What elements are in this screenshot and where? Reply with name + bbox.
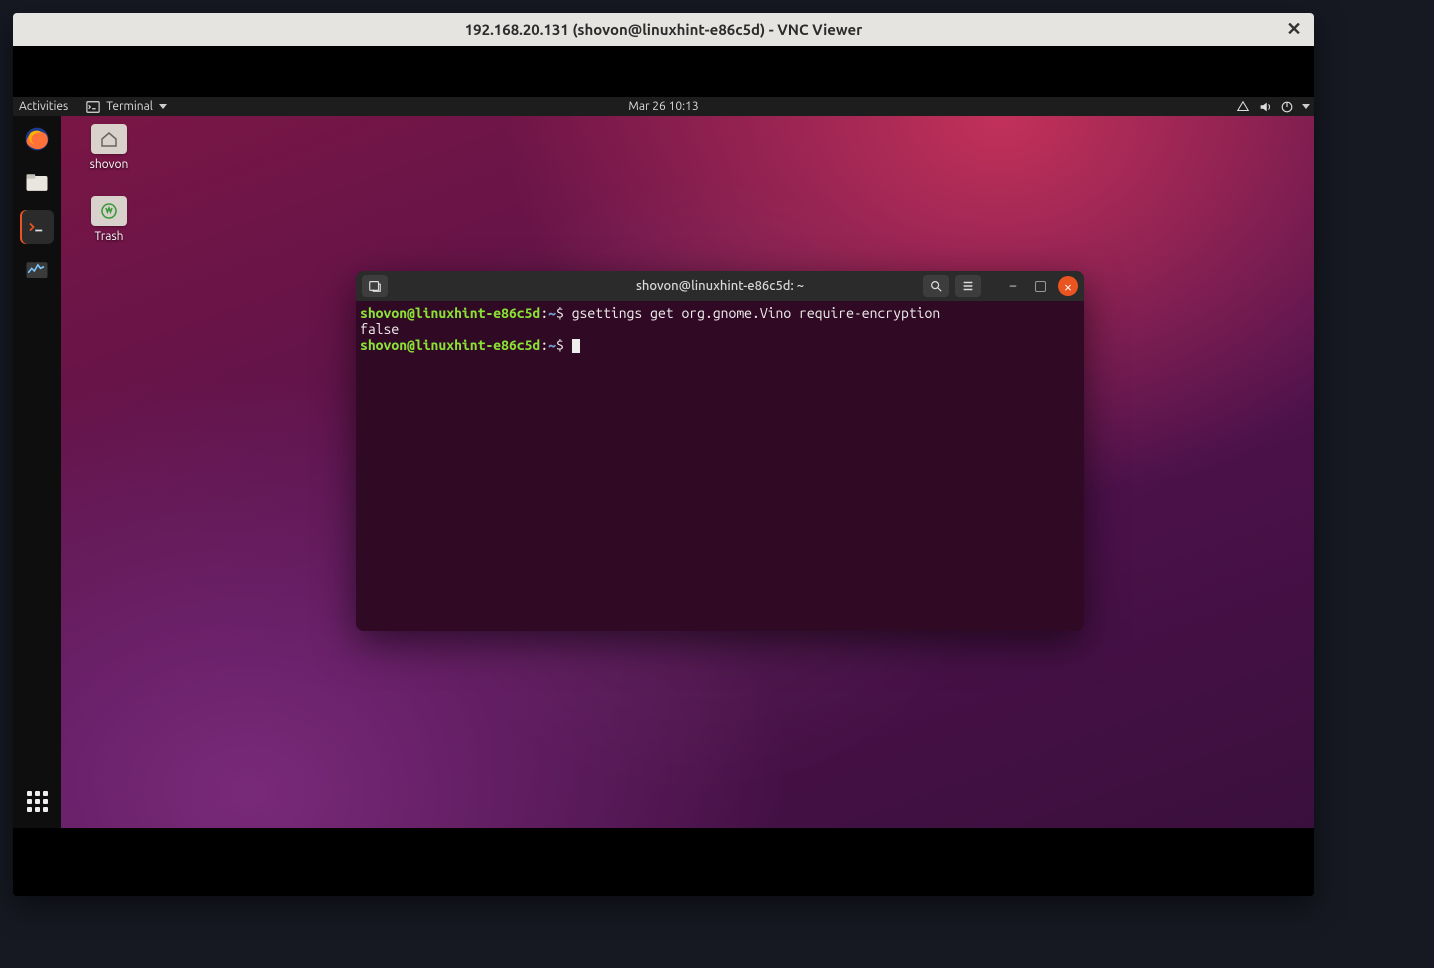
- clock[interactable]: Mar 26 10:13: [628, 100, 698, 113]
- dock-item-terminal[interactable]: [20, 210, 54, 244]
- desktop-icon-home[interactable]: shovon: [79, 124, 139, 171]
- dock-item-system-monitor[interactable]: [20, 254, 54, 288]
- vnc-viewer-window: 192.168.20.131 (shovon@linuxhint-e86c5d)…: [13, 13, 1314, 896]
- chevron-down-icon: [1302, 104, 1310, 109]
- desktop-icon-label: Trash: [79, 230, 139, 243]
- hamburger-icon: [961, 279, 975, 293]
- vnc-titlebar[interactable]: 192.168.20.131 (shovon@linuxhint-e86c5d)…: [13, 13, 1314, 46]
- terminal-icon: [23, 213, 51, 241]
- window-minimize-button[interactable]: [1003, 276, 1023, 296]
- firefox-icon: [23, 125, 51, 153]
- vnc-title: 192.168.20.131 (shovon@linuxhint-e86c5d)…: [465, 21, 863, 38]
- trash-icon: [91, 196, 127, 226]
- terminal-body[interactable]: shovon@linuxhint-e86c5d:~$ gsettings get…: [356, 301, 1084, 631]
- remote-framebuffer: Activities Terminal Mar 26 10:13: [13, 46, 1314, 896]
- volume-icon: [1258, 100, 1272, 114]
- desktop-area[interactable]: shovon Trash shovon@linuxhint-e86c5d: ~: [61, 116, 1314, 828]
- window-maximize-button[interactable]: [1035, 281, 1046, 292]
- activities-button[interactable]: Activities: [19, 100, 68, 113]
- terminal-title: shovon@linuxhint-e86c5d: ~: [636, 279, 804, 293]
- dock-item-files[interactable]: [20, 166, 54, 200]
- dock-item-firefox[interactable]: [20, 122, 54, 156]
- network-icon: [1236, 100, 1250, 114]
- terminal-headerbar[interactable]: shovon@linuxhint-e86c5d: ~: [356, 271, 1084, 301]
- home-folder-icon: [91, 124, 127, 154]
- new-tab-button[interactable]: [362, 275, 388, 297]
- apps-grid-icon: [27, 791, 48, 812]
- power-icon: [1280, 100, 1294, 114]
- gnome-top-panel: Activities Terminal Mar 26 10:13: [13, 97, 1314, 116]
- desktop-icon-trash[interactable]: Trash: [79, 196, 139, 243]
- show-applications-button[interactable]: [20, 784, 54, 818]
- vnc-close-button[interactable]: ✕: [1280, 13, 1308, 45]
- window-close-button[interactable]: [1058, 276, 1078, 296]
- system-monitor-icon: [23, 257, 51, 285]
- app-menu-label: Terminal: [106, 100, 153, 113]
- ubuntu-dock: [13, 116, 61, 828]
- new-tab-icon: [368, 279, 382, 293]
- chevron-down-icon: [159, 104, 167, 109]
- desktop-icon-label: shovon: [79, 158, 139, 171]
- app-menu[interactable]: Terminal: [86, 100, 167, 114]
- search-icon: [929, 279, 943, 293]
- terminal-window: shovon@linuxhint-e86c5d: ~ shovon@linuxh…: [356, 271, 1084, 631]
- search-button[interactable]: [923, 275, 949, 297]
- close-icon: ✕: [1286, 19, 1301, 40]
- terminal-icon: [86, 100, 100, 114]
- system-tray[interactable]: [1236, 100, 1310, 114]
- hamburger-menu-button[interactable]: [955, 275, 981, 297]
- files-icon: [23, 169, 51, 197]
